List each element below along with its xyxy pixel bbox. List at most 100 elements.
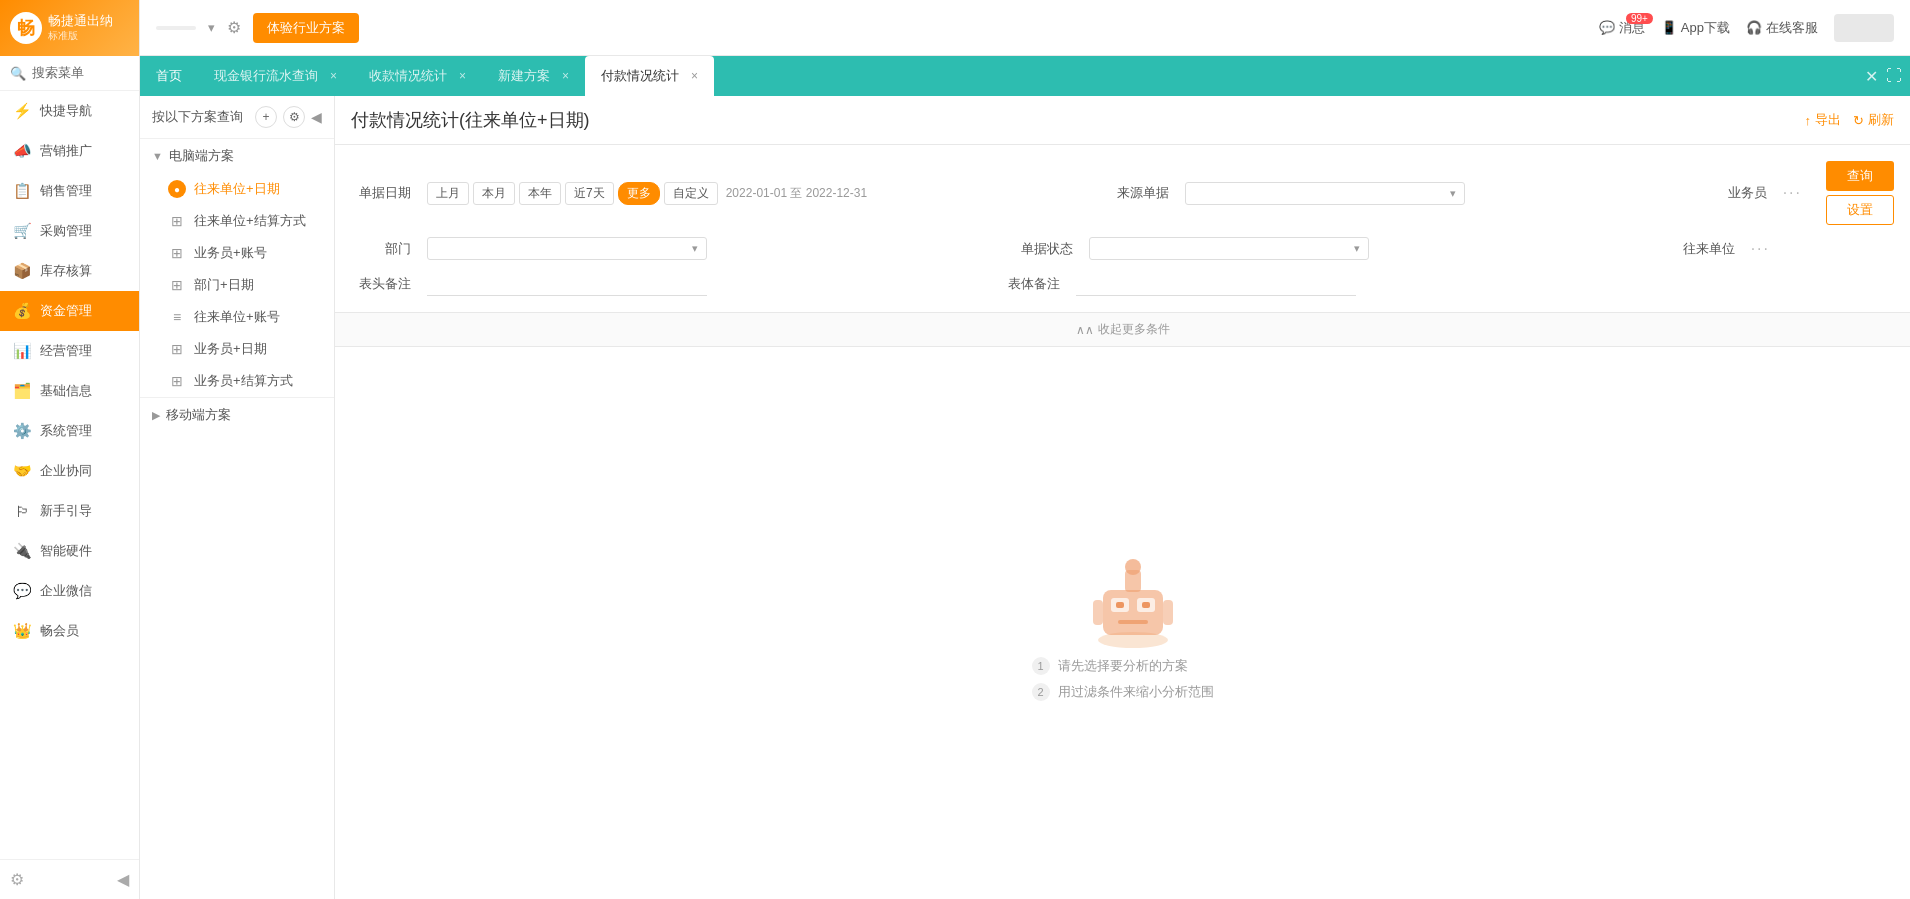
refresh-btn[interactable]: ↻ 刷新 — [1853, 111, 1894, 129]
dept-select[interactable]: ▾ — [427, 237, 707, 260]
service-label: 在线客服 — [1766, 19, 1818, 37]
company-name-text — [156, 26, 196, 30]
collapse-sidebar-icon[interactable]: ◀ — [117, 870, 129, 889]
sidebar-item-fund[interactable]: 💰 资金管理 — [0, 291, 139, 331]
sidebar-item-operations[interactable]: 📊 经营管理 — [0, 331, 139, 371]
scheme-item-salesperson-date[interactable]: ⊞ 业务员+日期 — [140, 333, 334, 365]
app-icon: 📱 — [1661, 20, 1677, 35]
tab-payment-stats[interactable]: 付款情况统计 × — [585, 56, 714, 96]
header-note-input[interactable] — [427, 272, 707, 296]
partner-dots[interactable]: ··· — [1751, 240, 1770, 258]
search-menu[interactable]: 🔍 搜索菜单 — [0, 56, 139, 91]
sidebar-item-label: 企业协同 — [40, 462, 92, 480]
service-icon: 🎧 — [1746, 20, 1762, 35]
tab-collection-stats-close[interactable]: × — [459, 69, 466, 83]
sales-icon: 📋 — [12, 181, 32, 201]
grid-icon-2: ⊞ — [168, 244, 186, 262]
service-btn[interactable]: 🎧 在线客服 — [1746, 19, 1818, 37]
settings-scheme-btn[interactable]: ⚙ — [283, 106, 305, 128]
scheme-item-partner-date-label: 往来单位+日期 — [194, 180, 280, 198]
marketing-icon: 📣 — [12, 141, 32, 161]
search-label: 搜索菜单 — [32, 64, 84, 82]
sidebar-item-member[interactable]: 👑 畅会员 — [0, 611, 139, 651]
tab-fullscreen-icon[interactable]: ⛶ — [1886, 67, 1902, 85]
scheme-group-desktop-label: 电脑端方案 — [169, 147, 234, 165]
tab-collection-stats-label: 收款情况统计 — [369, 67, 447, 85]
tab-home[interactable]: 首页 — [140, 56, 198, 96]
sidebar-item-quick-nav[interactable]: ⚡ 快捷导航 — [0, 91, 139, 131]
collapse-scheme-btn[interactable]: ◀ — [311, 109, 322, 125]
date-range-text: 2022-01-01 至 2022-12-31 — [726, 185, 867, 202]
add-scheme-btn[interactable]: + — [255, 106, 277, 128]
query-btn[interactable]: 查询 — [1826, 161, 1894, 191]
logo-icon: 畅 — [10, 12, 42, 44]
sidebar-item-purchase[interactable]: 🛒 采购管理 — [0, 211, 139, 251]
filter-row-3: 表头备注 表体备注 — [351, 272, 1894, 296]
sidebar-item-label: 新手引导 — [40, 502, 92, 520]
scheme-item-partner-account[interactable]: ≡ 往来单位+账号 — [140, 301, 334, 333]
scheme-item-partner-date[interactable]: ● 往来单位+日期 — [140, 173, 334, 205]
active-indicator-icon: ● — [168, 180, 186, 198]
company-dropdown-icon[interactable]: ▾ — [208, 20, 215, 35]
svg-rect-1 — [1103, 590, 1163, 635]
scheme-item-salesperson-payment[interactable]: ⊞ 业务员+结算方式 — [140, 365, 334, 397]
sidebar-item-label: 畅会员 — [40, 622, 79, 640]
collapse-label: 收起更多条件 — [1098, 321, 1170, 338]
sidebar-item-sales[interactable]: 📋 销售管理 — [0, 171, 139, 211]
sidebar-item-marketing[interactable]: 📣 营销推广 — [0, 131, 139, 171]
salesperson-dots[interactable]: ··· — [1783, 184, 1802, 202]
tab-collection-stats[interactable]: 收款情况统计 × — [353, 56, 482, 96]
enterprise-icon: 🤝 — [12, 461, 32, 481]
sidebar-item-label: 经营管理 — [40, 342, 92, 360]
sidebar-item-inventory[interactable]: 📦 库存核算 — [0, 251, 139, 291]
settings-bottom-icon[interactable]: ⚙ — [10, 870, 24, 889]
filter-collapse-btn[interactable]: ∧∧ 收起更多条件 — [335, 313, 1910, 347]
export-btn[interactable]: ↑ 导出 — [1805, 111, 1842, 129]
topbar-gear-icon[interactable]: ⚙ — [227, 18, 241, 37]
app-download-btn[interactable]: 📱 App下载 — [1661, 19, 1730, 37]
date-options: 上月 本月 本年 近7天 更多 自定义 2022-01-01 至 2022-12… — [427, 182, 867, 205]
tab-new-scheme[interactable]: 新建方案 × — [482, 56, 585, 96]
sidebar-item-hardware[interactable]: 🔌 智能硬件 — [0, 531, 139, 571]
topbar-right: 💬 消息 99+ 📱 App下载 🎧 在线客服 — [1599, 14, 1894, 42]
svg-rect-6 — [1118, 620, 1148, 624]
scheme-item-salesperson-account[interactable]: ⊞ 业务员+账号 — [140, 237, 334, 269]
date-btn-last-month[interactable]: 上月 — [427, 182, 469, 205]
date-btn-this-year[interactable]: 本年 — [519, 182, 561, 205]
voucher-status-select[interactable]: ▾ — [1089, 237, 1369, 260]
source-select[interactable]: ▾ — [1185, 182, 1465, 205]
sidebar-item-basic-info[interactable]: 🗂️ 基础信息 — [0, 371, 139, 411]
date-btn-custom[interactable]: 自定义 — [664, 182, 718, 205]
tab-close-all-icon[interactable]: ✕ — [1865, 67, 1878, 86]
scheme-group-desktop-header[interactable]: ▼ 电脑端方案 — [140, 139, 334, 173]
tab-bank-flow-close[interactable]: × — [330, 69, 337, 83]
header-note-label: 表头备注 — [351, 275, 411, 293]
filter-settings-btn[interactable]: 设置 — [1826, 195, 1894, 225]
voucher-status-filter-label: 单据状态 — [1013, 240, 1073, 258]
sidebar-item-label: 采购管理 — [40, 222, 92, 240]
scheme-item-partner-payment[interactable]: ⊞ 往来单位+结算方式 — [140, 205, 334, 237]
scheme-item-dept-date[interactable]: ⊞ 部门+日期 — [140, 269, 334, 301]
inventory-icon: 📦 — [12, 261, 32, 281]
chevron-right-icon: ▶ — [152, 409, 160, 422]
tab-bank-flow[interactable]: 现金银行流水查询 × — [198, 56, 353, 96]
trial-btn[interactable]: 体验行业方案 — [253, 13, 359, 43]
date-btn-this-month[interactable]: 本月 — [473, 182, 515, 205]
sidebar-item-weichat[interactable]: 💬 企业微信 — [0, 571, 139, 611]
msg-btn[interactable]: 💬 消息 99+ — [1599, 19, 1645, 37]
date-btn-7days[interactable]: 近7天 — [565, 182, 614, 205]
hardware-icon: 🔌 — [12, 541, 32, 561]
sidebar-item-enterprise[interactable]: 🤝 企业协同 — [0, 451, 139, 491]
sidebar-item-label: 智能硬件 — [40, 542, 92, 560]
tab-payment-stats-close[interactable]: × — [691, 69, 698, 83]
export-icon: ↑ — [1805, 113, 1812, 128]
scheme-group-mobile-header[interactable]: ▶ 移动端方案 — [140, 397, 334, 432]
body-note-input[interactable] — [1076, 272, 1356, 296]
svg-rect-4 — [1116, 602, 1124, 608]
collapse-up-icon: ∧∧ — [1076, 323, 1094, 337]
sidebar-item-system[interactable]: ⚙️ 系统管理 — [0, 411, 139, 451]
date-btn-more[interactable]: 更多 — [618, 182, 660, 205]
avatar[interactable] — [1834, 14, 1894, 42]
tab-new-scheme-close[interactable]: × — [562, 69, 569, 83]
sidebar-item-newbie[interactable]: 🏳 新手引导 — [0, 491, 139, 531]
